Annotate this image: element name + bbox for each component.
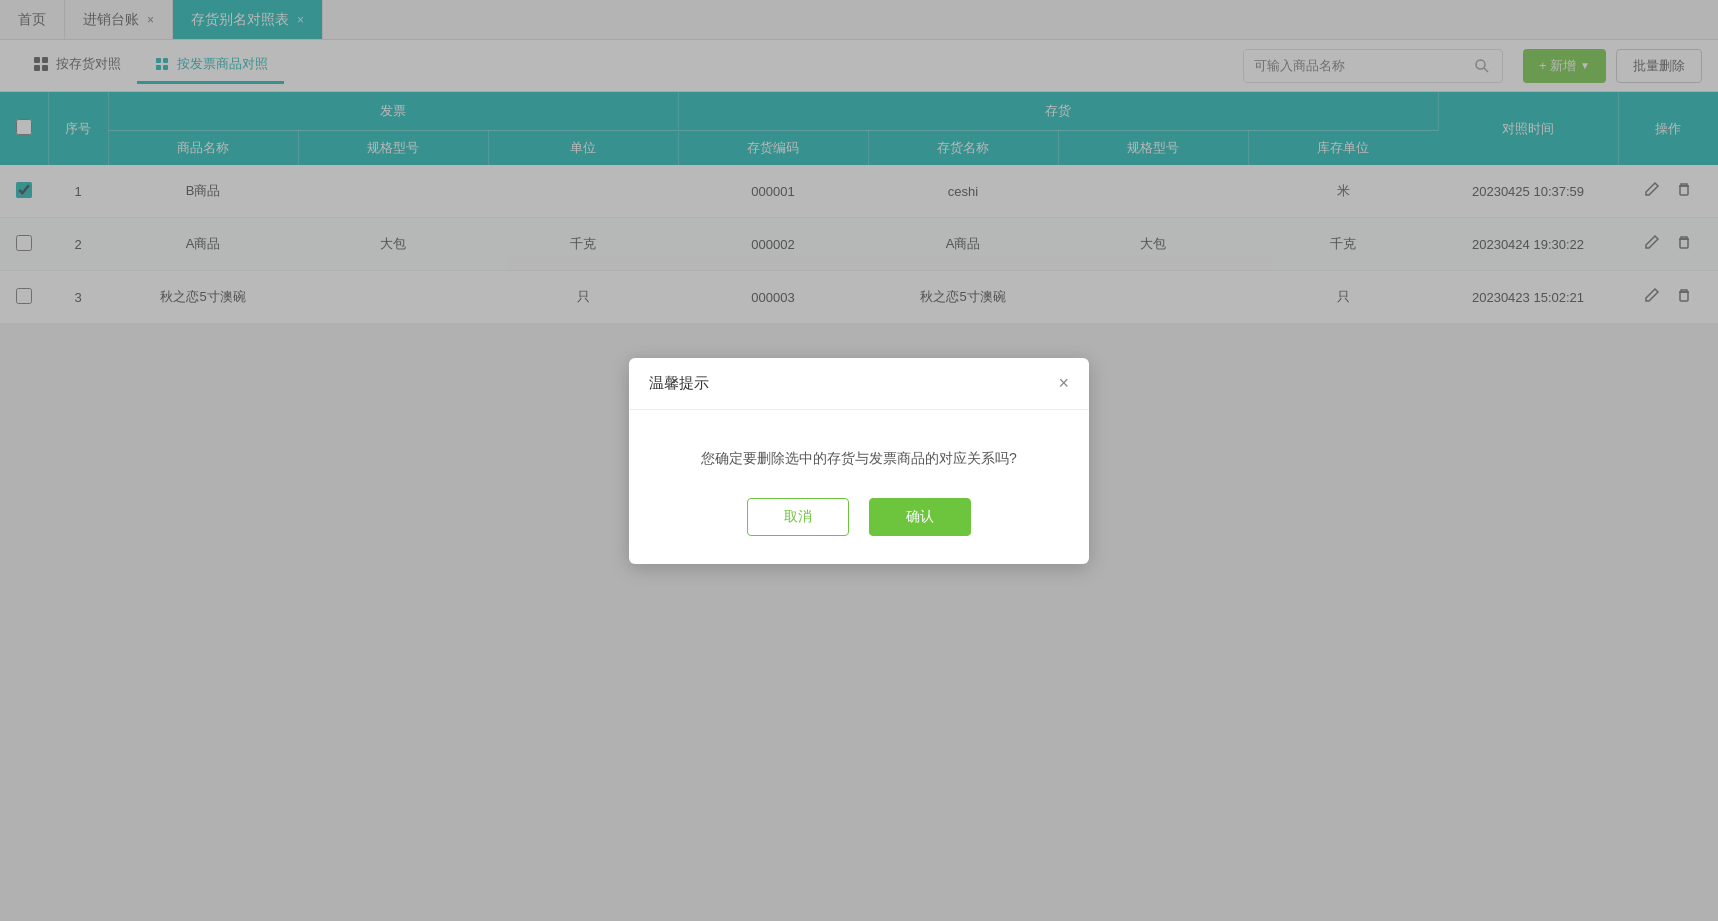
overlay: 温馨提示 × 您确定要删除选中的存货与发票商品的对应关系吗? 取消 确认	[0, 0, 1718, 324]
